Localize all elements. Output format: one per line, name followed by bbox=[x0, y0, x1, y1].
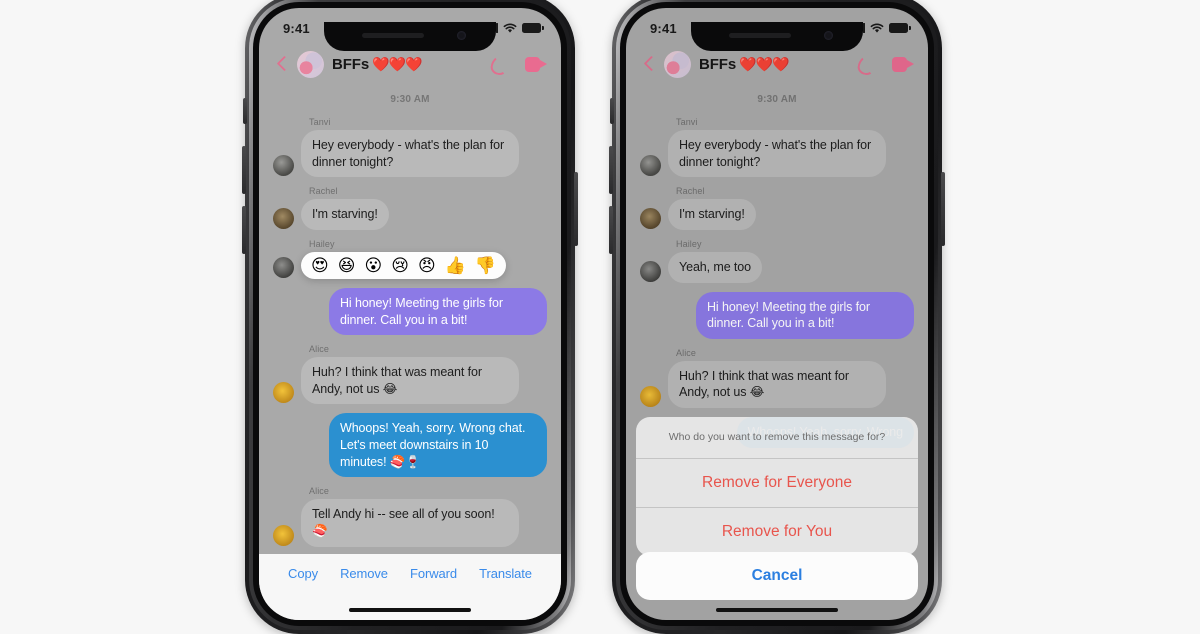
sender-label: Alice bbox=[309, 486, 330, 497]
remove-for-everyone-button[interactable]: Remove for Everyone bbox=[636, 459, 918, 508]
home-indicator[interactable] bbox=[716, 607, 838, 612]
reaction-thumbs-down-icon[interactable]: 👎 bbox=[475, 257, 496, 274]
power-button[interactable] bbox=[941, 172, 945, 246]
battery-icon bbox=[522, 23, 544, 33]
remove-for-you-button[interactable]: Remove for You bbox=[636, 508, 918, 556]
message-row[interactable]: Tell Andy hi -- see all of you soon! 🍣 bbox=[273, 499, 547, 547]
sender-label: Alice bbox=[309, 344, 330, 355]
screenshot-stage: 9:41 BFFs ❤️❤️❤️ 9:30 AM Tanvi Hey every… bbox=[0, 0, 1200, 634]
message-row[interactable]: Huh? I think that was meant for Andy, no… bbox=[273, 357, 547, 405]
notch bbox=[324, 22, 496, 51]
cancel-button[interactable]: Cancel bbox=[636, 552, 918, 600]
remove-message-action-sheet: Who do you want to remove this message f… bbox=[636, 417, 918, 556]
volume-down-button[interactable] bbox=[242, 206, 246, 254]
earpiece-speaker-icon bbox=[729, 33, 791, 38]
reaction-sad-icon[interactable]: 😢 bbox=[391, 257, 409, 274]
message-row-selected[interactable]: Whoops! Yeah, sorry. Wrong chat. Let's m… bbox=[273, 413, 547, 478]
avatar[interactable] bbox=[297, 50, 324, 78]
phone-right: 9:41 BFFs ❤️❤️❤️ 9:30 AM Tanvi Hey every… bbox=[609, 0, 945, 634]
day-stamp: 9:30 AM bbox=[390, 94, 430, 105]
phone-screen-left: 9:41 BFFs ❤️❤️❤️ 9:30 AM Tanvi Hey every… bbox=[259, 8, 561, 620]
conversation-name: BFFs bbox=[332, 55, 370, 73]
message-bubble[interactable]: Huh? I think that was meant for Andy, no… bbox=[301, 357, 519, 405]
message-bubble[interactable]: Hi honey! Meeting the girls for dinner. … bbox=[329, 287, 547, 336]
home-indicator[interactable] bbox=[349, 607, 471, 612]
front-camera-icon bbox=[824, 31, 833, 40]
message-bubble[interactable]: Whoops! Yeah, sorry. Wrong chat. Let's m… bbox=[329, 413, 547, 478]
hearts-emoji: ❤️❤️❤️ bbox=[372, 55, 422, 72]
phone-screen-right: 9:41 BFFs ❤️❤️❤️ 9:30 AM Tanvi Hey every… bbox=[626, 8, 928, 620]
back-chevron-icon[interactable] bbox=[273, 55, 291, 73]
sender-label: Hailey bbox=[309, 238, 335, 249]
action-sheet-title: Who do you want to remove this message f… bbox=[636, 417, 918, 459]
avatar bbox=[273, 256, 294, 278]
reaction-thumbs-up-icon[interactable]: 👍 bbox=[445, 257, 466, 274]
reaction-wow-icon[interactable]: 😮 bbox=[364, 257, 382, 274]
sender-label: Tanvi bbox=[309, 117, 331, 127]
message-row[interactable]: Hi honey! Meeting the girls for dinner. … bbox=[273, 287, 547, 336]
message-bubble[interactable]: Tell Andy hi -- see all of you soon! 🍣 bbox=[301, 499, 519, 547]
volume-up-button[interactable] bbox=[609, 146, 613, 194]
header-actions bbox=[489, 55, 547, 73]
message-thread-left[interactable]: 9:30 AM Tanvi Hey everybody - what's the… bbox=[259, 86, 561, 620]
translate-button[interactable]: Translate bbox=[479, 566, 532, 581]
volume-up-button[interactable] bbox=[242, 146, 246, 194]
reaction-heart-eyes-icon[interactable]: 😍 bbox=[311, 257, 329, 274]
copy-button[interactable]: Copy bbox=[288, 566, 318, 581]
page-title[interactable]: BFFs ❤️❤️❤️ bbox=[332, 55, 422, 73]
message-bubble[interactable]: I'm starving! bbox=[301, 199, 389, 230]
power-button[interactable] bbox=[574, 172, 578, 246]
mute-switch-button[interactable] bbox=[610, 98, 614, 124]
earpiece-speaker-icon bbox=[362, 33, 424, 38]
status-time: 9:41 bbox=[283, 20, 310, 36]
phone-icon[interactable] bbox=[489, 55, 507, 73]
avatar bbox=[273, 155, 294, 177]
reaction-laughing-icon[interactable]: 😆 bbox=[338, 257, 356, 274]
reaction-angry-icon[interactable]: 😠 bbox=[418, 257, 436, 274]
volume-down-button[interactable] bbox=[609, 206, 613, 254]
front-camera-icon bbox=[457, 31, 466, 40]
reaction-picker-row[interactable]: 😍 😆 😮 😢 😠 👍 👎 bbox=[273, 251, 547, 279]
avatar bbox=[273, 382, 294, 404]
sender-label: Rachel bbox=[309, 186, 338, 197]
forward-button[interactable]: Forward bbox=[410, 566, 457, 581]
avatar bbox=[273, 207, 294, 229]
message-bubble[interactable]: Hey everybody - what's the plan for dinn… bbox=[301, 130, 519, 178]
remove-button[interactable]: Remove bbox=[340, 566, 388, 581]
video-camera-icon[interactable] bbox=[525, 56, 547, 72]
mute-switch-button[interactable] bbox=[243, 98, 247, 124]
phone-left: 9:41 BFFs ❤️❤️❤️ 9:30 AM Tanvi Hey every… bbox=[242, 0, 578, 634]
message-row[interactable]: I'm starving! bbox=[273, 199, 547, 230]
wifi-icon bbox=[503, 23, 517, 33]
notch bbox=[691, 22, 863, 51]
avatar bbox=[273, 524, 294, 546]
reaction-picker[interactable]: 😍 😆 😮 😢 😠 👍 👎 bbox=[301, 251, 507, 279]
message-row[interactable]: Hey everybody - what's the plan for dinn… bbox=[273, 130, 547, 178]
